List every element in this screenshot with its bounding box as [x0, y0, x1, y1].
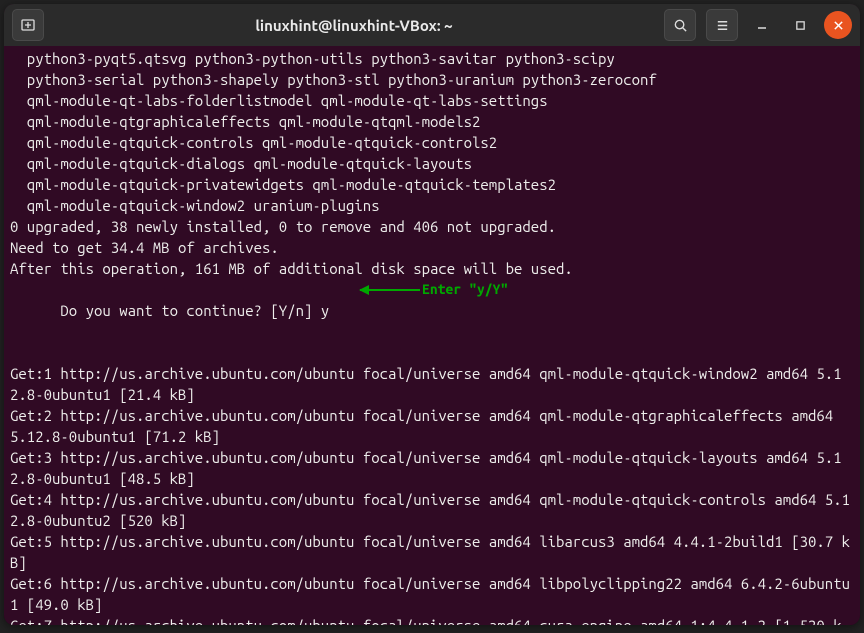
- download-line: Get:1 http://us.archive.ubuntu.com/ubunt…: [10, 363, 854, 405]
- minimize-button[interactable]: [748, 11, 776, 39]
- maximize-button[interactable]: [786, 11, 814, 39]
- package-line: qml-module-qtgraphicaleffects qml-module…: [10, 111, 854, 132]
- download-line: Get:3 http://us.archive.ubuntu.com/ubunt…: [10, 447, 854, 489]
- titlebar: linuxhint@linuxhint-VBox: ~: [4, 4, 860, 46]
- package-line: qml-module-qtquick-dialogs qml-module-qt…: [10, 153, 854, 174]
- download-line: Get:2 http://us.archive.ubuntu.com/ubunt…: [10, 405, 854, 447]
- download-line: Get:5 http://us.archive.ubuntu.com/ubunt…: [10, 531, 854, 573]
- summary-line: After this operation, 161 MB of addition…: [10, 258, 854, 279]
- download-line: Get:6 http://us.archive.ubuntu.com/ubunt…: [10, 573, 854, 615]
- terminal-window: linuxhint@linuxhint-VBox: ~ python3-pyqt…: [4, 4, 860, 625]
- package-line: qml-module-qtquick-window2 uranium-plugi…: [10, 195, 854, 216]
- download-line: Get:4 http://us.archive.ubuntu.com/ubunt…: [10, 489, 854, 531]
- terminal-content[interactable]: python3-pyqt5.qtsvg python3-python-utils…: [4, 46, 860, 625]
- package-line: qml-module-qtquick-controls qml-module-q…: [10, 132, 854, 153]
- tutorial-annotation: Enter "y/Y": [360, 279, 508, 300]
- summary-line: 0 upgraded, 38 newly installed, 0 to rem…: [10, 216, 854, 237]
- download-line: Get:7 http://us.archive.ubuntu.com/ubunt…: [10, 615, 854, 625]
- window-title: linuxhint@linuxhint-VBox: ~: [50, 17, 658, 34]
- package-line: qml-module-qtquick-privatewidgets qml-mo…: [10, 174, 854, 195]
- hamburger-menu-button[interactable]: [706, 9, 738, 41]
- package-line: python3-serial python3-shapely python3-s…: [10, 69, 854, 90]
- close-button[interactable]: [824, 11, 852, 39]
- summary-line: Need to get 34.4 MB of archives.: [10, 237, 854, 258]
- arrow-icon: [360, 289, 420, 291]
- package-line: qml-module-qt-labs-folderlistmodel qml-m…: [10, 90, 854, 111]
- continue-prompt: Do you want to continue? [Y/n] y Enter "…: [10, 279, 854, 363]
- package-line: python3-pyqt5.qtsvg python3-python-utils…: [10, 48, 854, 69]
- prompt-text: Do you want to continue? [Y/n] y: [60, 302, 329, 319]
- search-button[interactable]: [664, 9, 696, 41]
- annotation-text: Enter "y/Y": [422, 279, 508, 300]
- new-tab-button[interactable]: [12, 9, 44, 41]
